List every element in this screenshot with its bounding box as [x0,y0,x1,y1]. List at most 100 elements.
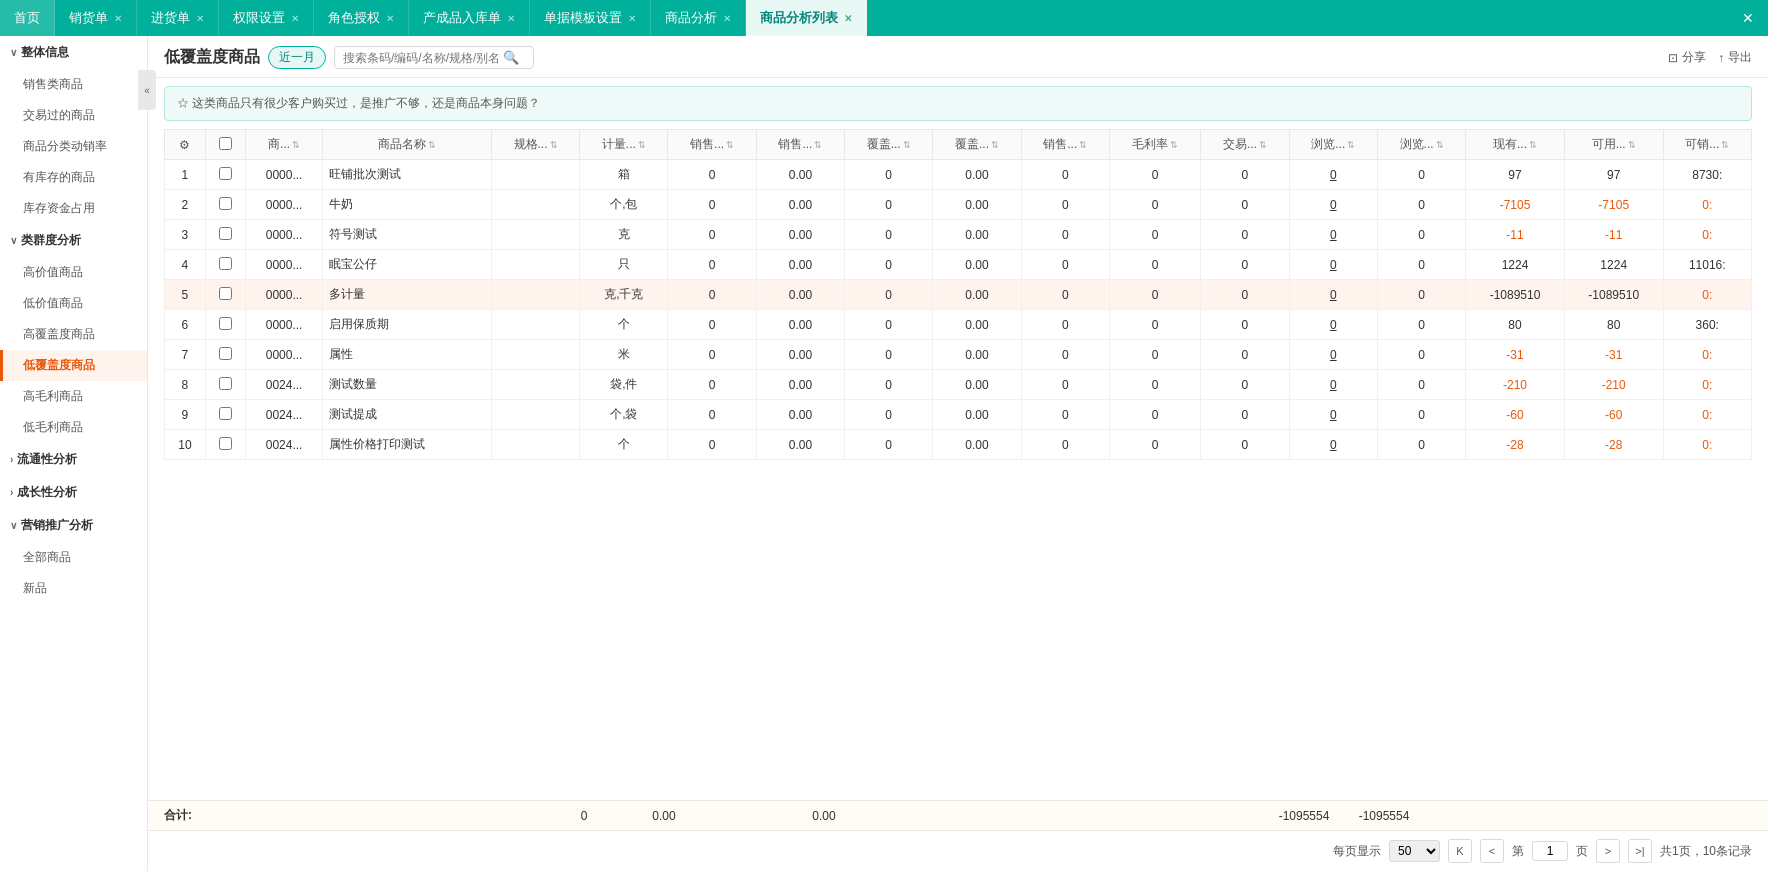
next-page-button[interactable]: > [1596,839,1620,863]
nav-close-analysis-list[interactable]: ✕ [844,13,852,24]
table-cell[interactable] [205,400,245,430]
table-cell[interactable] [205,430,245,460]
prev-page-button[interactable]: < [1480,839,1504,863]
sidebar-section-overall[interactable]: ∨ 整体信息 [0,36,147,69]
sidebar-item-low-value[interactable]: 低价值商品 [0,288,147,319]
row-checkbox[interactable] [219,227,232,240]
sidebar-label-low-profit: 低毛利商品 [23,420,83,434]
footer-current: -1095554 [1264,809,1344,823]
nav-item-analysis-list[interactable]: 商品分析列表 ✕ [746,0,867,36]
table-cell[interactable] [205,340,245,370]
table-cell[interactable] [205,370,245,400]
sidebar-item-low-profit[interactable]: 低毛利商品 [0,412,147,443]
table-cell[interactable] [205,250,245,280]
sidebar-section-flow[interactable]: › 流通性分析 [0,443,147,476]
col-browse1[interactable]: 浏览...⇅ [1289,130,1377,160]
nav-label-analysis: 商品分析 [665,9,717,27]
nav-item-home[interactable]: 首页 [0,0,55,36]
nav-item-role-auth[interactable]: 角色授权 ✕ [314,0,409,36]
per-page-select[interactable]: 20 50 100 [1389,840,1440,862]
col-gross[interactable]: 毛利率⇅ [1109,130,1200,160]
sidebar-section-growth[interactable]: › 成长性分析 [0,476,147,509]
col-sales-qty[interactable]: 销售...⇅ [668,130,756,160]
col-spec[interactable]: 规格...⇅ [491,130,579,160]
row-checkbox[interactable] [219,257,232,270]
nav-close-sales[interactable]: ✕ [114,13,122,24]
col-settings[interactable]: ⚙ [165,130,206,160]
sidebar-item-high-value[interactable]: 高价值商品 [0,257,147,288]
col-unit[interactable]: 计量...⇅ [580,130,668,160]
page-number-input[interactable] [1532,841,1568,861]
nav-close-product-import[interactable]: ✕ [507,13,515,24]
table-cell: 箱 [580,160,668,190]
table-cell: 0 [1021,190,1109,220]
nav-close-template[interactable]: ✕ [628,13,636,24]
sidebar-item-goods-turnover[interactable]: 商品分类动销率 [0,131,147,162]
row-checkbox[interactable] [219,377,232,390]
col-sales2[interactable]: 销售...⇅ [1021,130,1109,160]
export-button[interactable]: ↑ 导出 [1718,49,1752,66]
sidebar-item-traded-goods[interactable]: 交易过的商品 [0,100,147,131]
nav-item-permissions[interactable]: 权限设置 ✕ [219,0,314,36]
col-cov1[interactable]: 覆盖...⇅ [845,130,933,160]
nav-item-product-import[interactable]: 产成品入库单 ✕ [409,0,530,36]
sidebar-section-marketing[interactable]: ∨ 营销推广分析 [0,509,147,542]
table-cell: 0 [1377,280,1465,310]
sidebar-section-quality[interactable]: ∨ 类群度分析 [0,224,147,257]
table-cell: 米 [580,340,668,370]
time-filter-button[interactable]: 近一月 [268,46,326,69]
col-sales-amt[interactable]: 销售...⇅ [756,130,844,160]
last-page-button[interactable]: >| [1628,839,1652,863]
nav-close-role-auth[interactable]: ✕ [386,13,394,24]
nav-item-purchase[interactable]: 进货单 ✕ [137,0,219,36]
sidebar-item-high-profit[interactable]: 高毛利商品 [0,381,147,412]
sidebar-collapse-button[interactable]: « [138,70,156,110]
col-cov2[interactable]: 覆盖...⇅ [933,130,1021,160]
table-cell[interactable] [205,310,245,340]
first-page-button[interactable]: K [1448,839,1472,863]
col-name[interactable]: 商品名称⇅ [323,130,492,160]
nav-item-analysis[interactable]: 商品分析 ✕ [651,0,746,36]
table-cell: 0 [1201,160,1289,190]
col-current[interactable]: 现有...⇅ [1466,130,1565,160]
sidebar-item-all-goods[interactable]: 全部商品 [0,542,147,573]
nav-close-all-button[interactable]: ✕ [1728,0,1768,36]
sidebar-item-inventory-goods[interactable]: 有库存的商品 [0,162,147,193]
table-cell[interactable] [205,220,245,250]
col-browse2[interactable]: 浏览...⇅ [1377,130,1465,160]
nav-close-analysis[interactable]: ✕ [723,13,731,24]
col-available[interactable]: 可用...⇅ [1564,130,1663,160]
col-checkbox[interactable] [205,130,245,160]
table-cell[interactable] [205,280,245,310]
nav-close-purchase[interactable]: ✕ [196,13,204,24]
sidebar-item-low-coverage[interactable]: 低覆盖度商品 [0,350,147,381]
sidebar-item-inventory-capital[interactable]: 库存资金占用 [0,193,147,224]
row-checkbox[interactable] [219,407,232,420]
col-sellable[interactable]: 可销...⇅ [1663,130,1751,160]
select-all-checkbox[interactable] [219,137,232,150]
row-checkbox[interactable] [219,437,232,450]
nav-item-template[interactable]: 单据模板设置 ✕ [530,0,651,36]
table-cell[interactable] [205,160,245,190]
row-checkbox[interactable] [219,197,232,210]
table-cell[interactable] [205,190,245,220]
sidebar-item-high-coverage[interactable]: 高覆盖度商品 [0,319,147,350]
row-checkbox[interactable] [219,317,232,330]
col-code[interactable]: 商...⇅ [246,130,323,160]
table-cell: 97 [1466,160,1565,190]
row-checkbox[interactable] [219,347,232,360]
nav-item-sales[interactable]: 销货单 ✕ [55,0,137,36]
row-checkbox[interactable] [219,167,232,180]
table-cell: 0 [1109,250,1200,280]
col-trans[interactable]: 交易...⇅ [1201,130,1289,160]
info-banner: ☆ 这类商品只有很少客户购买过，是推广不够，还是商品本身问题？ [164,86,1752,121]
row-checkbox[interactable] [219,287,232,300]
sidebar-item-sales-goods[interactable]: 销售类商品 [0,69,147,100]
search-input[interactable] [343,51,503,65]
nav-label-permissions: 权限设置 [233,9,285,27]
nav-close-permissions[interactable]: ✕ [291,13,299,24]
table-cell: -60 [1466,400,1565,430]
share-button[interactable]: ⊡ 分享 [1668,49,1706,66]
table-cell: 0.00 [933,430,1021,460]
sidebar-item-new-goods[interactable]: 新品 [0,573,147,604]
